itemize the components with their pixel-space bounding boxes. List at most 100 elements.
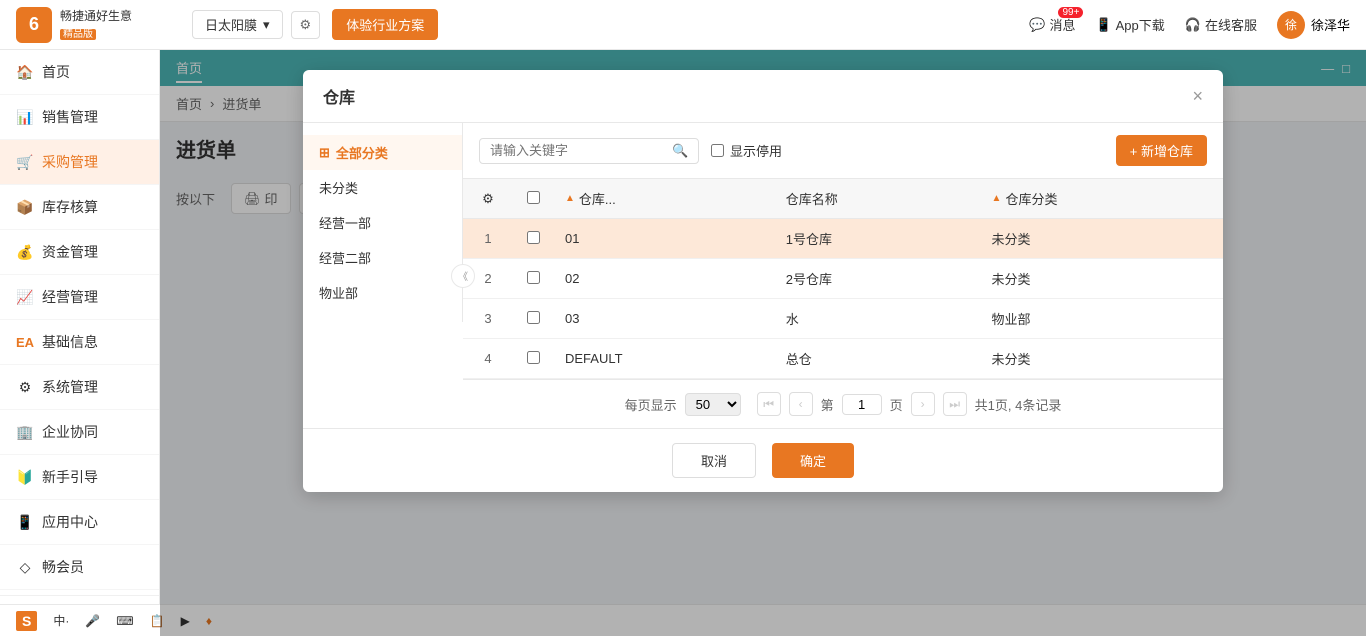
last-page-btn[interactable]: ⏭ [943,392,967,416]
app-download-btn[interactable]: 📱 App下载 [1095,15,1164,34]
category-panel: ⊞ 全部分类 未分类 经营一部 经营二部 物业部 [303,123,463,322]
page-input[interactable] [842,394,882,415]
row-index-4: 4 [463,339,513,379]
table-panel: 🔍 显示停用 + 新增仓库 [463,123,1223,428]
search-input[interactable] [490,143,666,158]
sort-icon: ▲ [565,193,575,204]
sidebar-label-purchase: 采购管理 [42,152,98,172]
sidebar-item-purchase[interactable]: 🛒 采购管理 [0,140,159,185]
category-item-unclassified[interactable]: 未分类 [303,170,462,205]
app-center-icon: 📱 [16,513,34,531]
table-toolbar: 🔍 显示停用 + 新增仓库 [463,123,1223,179]
store-selector[interactable]: 日太阳膜 ▾ [192,10,283,39]
username: 徐泽华 [1311,15,1350,34]
add-warehouse-btn[interactable]: + 新增仓库 [1116,135,1207,166]
select-all-checkbox[interactable] [527,191,540,204]
category-all[interactable]: ⊞ 全部分类 [303,135,462,170]
first-page-btn[interactable]: ⏮ [757,392,781,416]
modal-close-btn[interactable]: × [1192,87,1203,105]
message-icon: 💬 [1029,17,1045,33]
next-page-btn[interactable]: › [911,392,935,416]
sort-icon2: ▲ [992,193,1002,204]
col-name: 仓库名称 [774,179,980,219]
sidebar-item-inventory[interactable]: 📦 库存核算 [0,185,159,230]
per-page-label: 每页显示 [625,395,677,414]
modal-title: 仓库 [323,84,355,108]
row-cat-1: 未分类 [980,219,1223,259]
category-item-dept2[interactable]: 经营二部 [303,240,462,275]
modal-overlay: 仓库 × ⊞ 全部分类 未分类 经营一部 经营 [160,50,1366,636]
show-disabled-label: 显示停用 [730,141,782,160]
modal-footer: 取消 确定 [303,428,1223,492]
sidebar-item-enterprise[interactable]: 🏢 企业协同 [0,410,159,455]
col-category-label: 仓库分类 [1005,189,1057,208]
sidebar-item-sales[interactable]: 📊 销售管理 [0,95,159,140]
sidebar-item-business[interactable]: 📈 经营管理 [0,275,159,320]
row-check-1[interactable] [513,219,553,259]
sidebar-label-finance: 资金管理 [42,242,98,262]
table-row[interactable]: 3 03 水 物业部 [463,299,1223,339]
sidebar-item-app-center[interactable]: 📱 应用中心 [0,500,159,545]
sidebar: 🏠 首页 📊 销售管理 🛒 采购管理 📦 库存核算 💰 资金管理 📈 经营管理 … [0,50,160,636]
settings-icon-btn[interactable]: ⚙ [291,11,321,39]
col-category: ▲ 仓库分类 [980,179,1223,219]
messages-btn[interactable]: 💬 消息 99+ [1029,15,1075,34]
show-disabled-wrap: 显示停用 [711,141,782,160]
col-name-label: 仓库名称 [786,192,838,207]
row-check-3[interactable] [513,299,553,339]
basic-info-icon: EA [16,333,34,351]
category-item-dept1[interactable]: 经营一部 [303,205,462,240]
inventory-icon: 📦 [16,198,34,216]
sidebar-label-inventory: 库存核算 [42,197,98,217]
category-item-property[interactable]: 物业部 [303,275,462,310]
row-index-3: 3 [463,299,513,339]
table-row[interactable]: 2 02 2号仓库 未分类 [463,259,1223,299]
sidebar-item-member[interactable]: ◇ 畅会员 [0,545,159,590]
status-microphone-icon[interactable]: 🎤 [85,614,100,628]
sidebar-item-finance[interactable]: 💰 资金管理 [0,230,159,275]
headset-icon: 🎧 [1185,17,1201,33]
sidebar-label-system: 系统管理 [42,377,98,397]
app-download-label: App下载 [1116,15,1165,34]
sidebar-item-home[interactable]: 🏠 首页 [0,50,159,95]
total-records: 共1页, 4条记录 [975,395,1062,414]
search-icon: 🔍 [672,143,688,159]
messages-badge: 99+ [1058,7,1083,18]
show-disabled-checkbox[interactable] [711,144,724,157]
sidebar-item-basic-info[interactable]: EA 基础信息 [0,320,159,365]
row-code-1: 01 [553,219,774,259]
cancel-btn[interactable]: 取消 [672,443,756,478]
sidebar-item-guide[interactable]: 🔰 新手引导 [0,455,159,500]
col-checkbox [513,179,553,219]
row-index-1: 1 [463,219,513,259]
industry-btn[interactable]: 体验行业方案 [332,9,438,40]
sidebar-item-system[interactable]: ⚙ 系统管理 [0,365,159,410]
row-cat-2: 未分类 [980,259,1223,299]
row-name-4: 总仓 [774,339,980,379]
confirm-btn[interactable]: 确定 [772,443,854,478]
header-right: 💬 消息 99+ 📱 App下载 🎧 在线客服 徐 徐泽华 [1029,11,1350,39]
chevron-down-icon: ▾ [263,17,270,33]
row-check-2[interactable] [513,259,553,299]
table-header: ⚙ ▲ 仓库... [463,179,1223,219]
member-icon: ◇ [16,558,34,576]
row-name-1: 1号仓库 [774,219,980,259]
main-layout: 🏠 首页 📊 销售管理 🛒 采购管理 📦 库存核算 💰 资金管理 📈 经营管理 … [0,50,1366,636]
table-row[interactable]: 4 DEFAULT 总仓 未分类 [463,339,1223,379]
row-check-4[interactable] [513,339,553,379]
pagination: 每页显示 50 10 20 100 ⏮ ‹ 第 [463,379,1223,428]
sidebar-label-sales: 销售管理 [42,107,98,127]
online-service-btn[interactable]: 🎧 在线客服 [1185,15,1257,34]
online-service-label: 在线客服 [1205,15,1257,34]
store-name: 日太阳膜 [205,15,257,34]
guide-icon: 🔰 [16,468,34,486]
status-keyboard-icon[interactable]: ⌨ [116,614,133,628]
prev-page-btn[interactable]: ‹ [789,392,813,416]
table-row[interactable]: 1 01 1号仓库 未分类 [463,219,1223,259]
user-menu[interactable]: 徐 徐泽华 [1277,11,1350,39]
home-icon: 🏠 [16,63,34,81]
per-page-select[interactable]: 50 10 20 100 [685,393,741,416]
top-header: 6 畅捷通好生意 精品版 日太阳膜 ▾ ⚙ 体验行业方案 💬 消息 99+ 📱 … [0,0,1366,50]
purchase-icon: 🛒 [16,153,34,171]
category-collapse-btn[interactable]: 《 [451,264,475,288]
